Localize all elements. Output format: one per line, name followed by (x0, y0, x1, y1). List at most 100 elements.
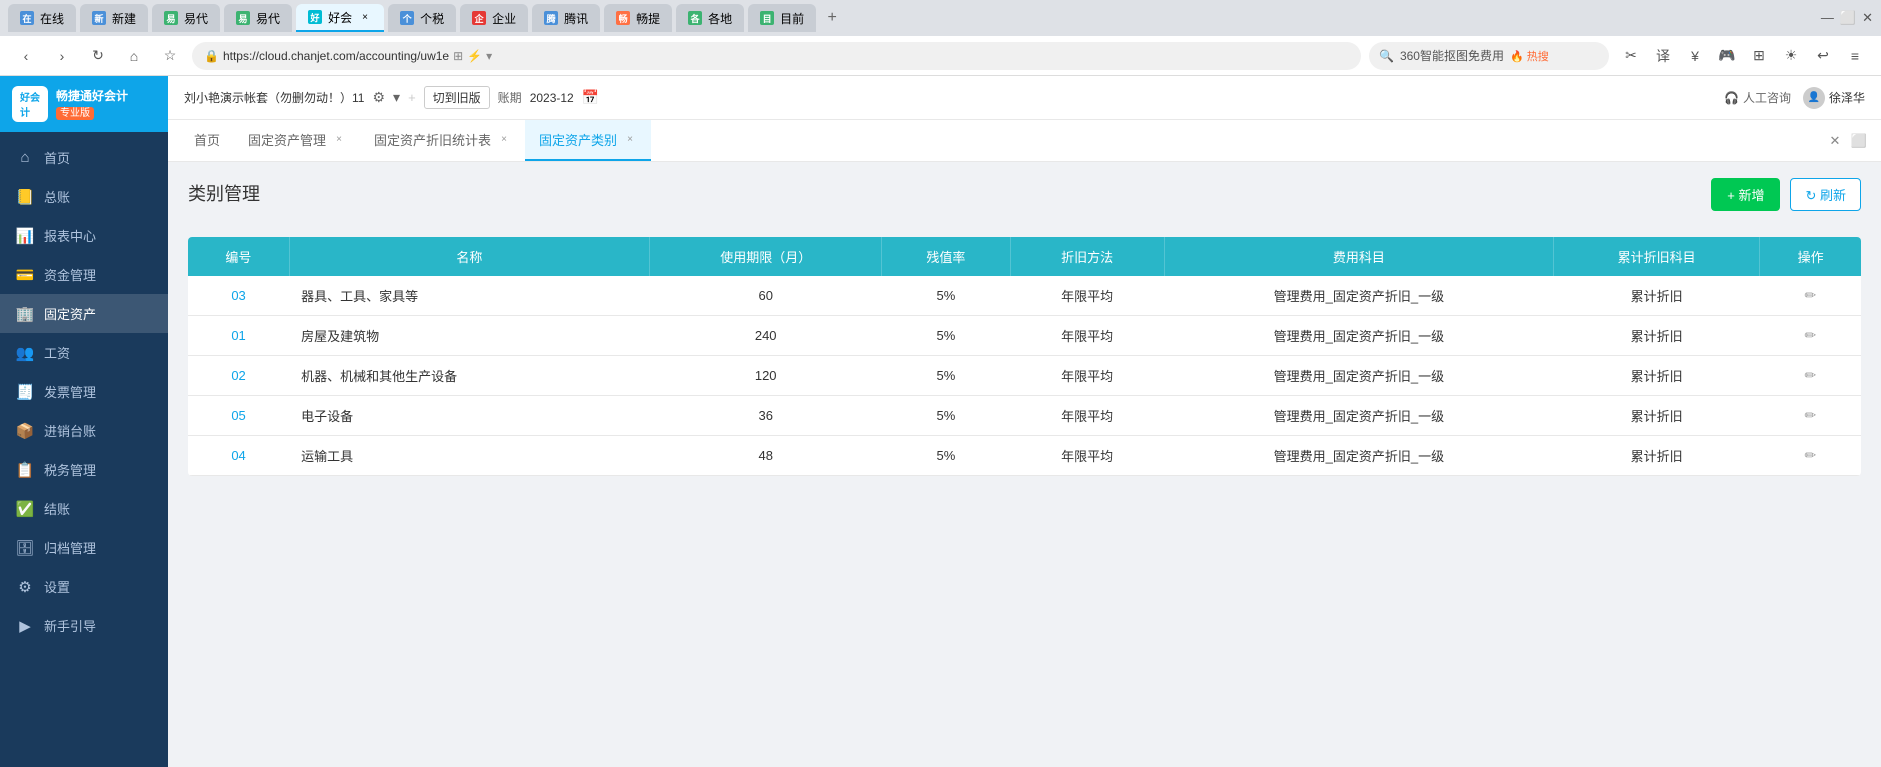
edit-icon-1[interactable]: ✏ (1805, 327, 1817, 343)
forward-button[interactable]: › (48, 42, 76, 70)
account-settings-icon[interactable]: ⚙ (372, 89, 385, 106)
sidebar-item-guide[interactable]: ▶ 新手引导 (0, 606, 168, 645)
dropdown-url-icon[interactable]: ▾ (486, 49, 492, 63)
col-header-expense: 费用科目 (1164, 237, 1553, 276)
tab-fixed-asset-depreciation-close[interactable]: × (497, 133, 511, 147)
tab-fixed-asset-category-close[interactable]: × (623, 133, 637, 147)
url-bar[interactable]: 🔒 https://cloud.chanjet.com/accounting/u… (192, 42, 1361, 70)
sidebar-item-fixed-assets[interactable]: 🏢 固定资产 (0, 294, 168, 333)
cell-expense-2: 管理费用_固定资产折旧_一级 (1164, 356, 1553, 396)
sun-icon[interactable]: ☀ (1777, 42, 1805, 70)
sidebar-item-reports[interactable]: 📊 报表中心 (0, 216, 168, 255)
browser-tab-11[interactable]: 目 目前 (748, 4, 816, 32)
cell-action-1[interactable]: ✏ (1760, 316, 1861, 356)
home-button[interactable]: ⌂ (120, 42, 148, 70)
browser-control-minimize[interactable]: — (1821, 10, 1834, 26)
browser-tab-9[interactable]: 畅 畅提 (604, 4, 672, 32)
cell-period-2: 120 (650, 356, 882, 396)
calendar-icon[interactable]: 📅 (582, 89, 599, 106)
menu-icon[interactable]: ≡ (1841, 42, 1869, 70)
cell-method-4: 年限平均 (1010, 436, 1164, 476)
undo-icon[interactable]: ↩ (1809, 42, 1837, 70)
customer-service-button[interactable]: 🎧 人工咨询 (1724, 89, 1791, 106)
new-browser-tab-button[interactable]: + (820, 6, 844, 30)
browser-tab-1[interactable]: 在 在线 (8, 4, 76, 32)
tab-fixed-asset-depreciation[interactable]: 固定资产折旧统计表 × (360, 120, 525, 161)
tab-fixed-asset-category[interactable]: 固定资产类别 × (525, 120, 651, 161)
cell-action-4[interactable]: ✏ (1760, 436, 1861, 476)
sidebar-item-archive[interactable]: 🗄 归档管理 (0, 528, 168, 567)
switch-version-button[interactable]: 切到旧版 (424, 86, 490, 109)
cell-expense-1: 管理费用_固定资产折旧_一级 (1164, 316, 1553, 356)
translate-icon[interactable]: 译 (1649, 42, 1677, 70)
sidebar-item-inventory[interactable]: 📦 进销台账 (0, 411, 168, 450)
tab-window-close[interactable]: ✕ (1825, 131, 1845, 151)
cell-expense-3: 管理费用_固定资产折旧_一级 (1164, 396, 1553, 436)
user-avatar: 👤 (1803, 87, 1825, 109)
cell-accumulated-1: 累计折旧 (1554, 316, 1760, 356)
sidebar-item-ledger[interactable]: 📒 总账 (0, 177, 168, 216)
cell-residual-1: 5% (882, 316, 1010, 356)
edit-icon-4[interactable]: ✏ (1805, 447, 1817, 463)
add-category-button[interactable]: + 新增 (1711, 178, 1780, 211)
tab-label-4: 易代 (256, 10, 280, 27)
tab-icon-4: 易 (236, 11, 250, 25)
cell-action-3[interactable]: ✏ (1760, 396, 1861, 436)
user-account-info: 刘小艳演示帐套（勿删勿动！）11 (184, 89, 364, 106)
sidebar-item-home[interactable]: ⌂ 首页 (0, 138, 168, 177)
refresh-button[interactable]: ↻ 刷新 (1790, 178, 1861, 211)
game-icon[interactable]: 🎮 (1713, 42, 1741, 70)
edit-icon-3[interactable]: ✏ (1805, 407, 1817, 423)
account-dropdown-icon[interactable]: ▾ (393, 89, 400, 106)
tab-label-1: 在线 (40, 10, 64, 27)
sidebar-item-settings[interactable]: ⚙ 设置 (0, 567, 168, 606)
wallet-icon[interactable]: ¥ (1681, 42, 1709, 70)
browser-tab-6[interactable]: 个 个税 (388, 4, 456, 32)
browser-tab-10[interactable]: 各 各地 (676, 4, 744, 32)
home-icon: ⌂ (16, 149, 34, 167)
ssl-lock-icon: 🔒 (204, 49, 219, 63)
table-row: 04 运输工具 48 5% 年限平均 管理费用_固定资产折旧_一级 累计折旧 ✏ (188, 436, 1861, 476)
browser-chrome: 在 在线 新 新建 易 易代 易 易代 好 好会 × 个 个税 企 企业 腾 腾… (0, 0, 1881, 36)
browser-toolbar-icons: ✂ 译 ¥ 🎮 ⊞ ☀ ↩ ≡ (1617, 42, 1869, 70)
edit-icon-2[interactable]: ✏ (1805, 367, 1817, 383)
reports-icon: 📊 (16, 227, 34, 245)
tab-home-label: 首页 (194, 130, 220, 149)
bookmark-button[interactable]: ☆ (156, 42, 184, 70)
table-row: 01 房屋及建筑物 240 5% 年限平均 管理费用_固定资产折旧_一级 累计折… (188, 316, 1861, 356)
back-button[interactable]: ‹ (12, 42, 40, 70)
sidebar-item-settle[interactable]: ✅ 结账 (0, 489, 168, 528)
user-menu-button[interactable]: 👤 徐泽华 (1803, 87, 1865, 109)
url-text: https://cloud.chanjet.com/accounting/uw1… (223, 49, 449, 63)
browser-tab-close-5[interactable]: × (358, 10, 372, 24)
reload-button[interactable]: ↻ (84, 42, 112, 70)
sidebar-item-invoice[interactable]: 🧾 发票管理 (0, 372, 168, 411)
sidebar-item-payroll[interactable]: 👥 工资 (0, 333, 168, 372)
browser-tab-5[interactable]: 好 好会 × (296, 4, 384, 32)
grid-icon[interactable]: ⊞ (1745, 42, 1773, 70)
sidebar-item-tax[interactable]: 📋 税务管理 (0, 450, 168, 489)
tab-window-maximize[interactable]: ⬜ (1849, 131, 1869, 151)
browser-control-restore[interactable]: ⬜ (1840, 10, 1856, 26)
browser-tab-3[interactable]: 易 易代 (152, 4, 220, 32)
sidebar-label-funds: 资金管理 (44, 265, 96, 284)
tab-fixed-asset-manage-close[interactable]: × (332, 133, 346, 147)
settle-icon: ✅ (16, 500, 34, 518)
cell-action-2[interactable]: ✏ (1760, 356, 1861, 396)
tab-home[interactable]: 首页 (180, 120, 234, 161)
search-bar[interactable]: 🔍 360智能抠图免费用 🔥 热搜 (1369, 42, 1609, 70)
topbar-right: 🎧 人工咨询 👤 徐泽华 (1724, 87, 1865, 109)
tab-fixed-asset-manage[interactable]: 固定资产管理 × (234, 120, 360, 161)
edit-icon-0[interactable]: ✏ (1805, 287, 1817, 303)
browser-tab-7[interactable]: 企 企业 (460, 4, 528, 32)
sidebar-item-funds[interactable]: 💳 资金管理 (0, 255, 168, 294)
browser-tab-2[interactable]: 新 新建 (80, 4, 148, 32)
cell-code-2: 02 (188, 356, 289, 396)
cell-action-0[interactable]: ✏ (1760, 276, 1861, 316)
browser-tab-4[interactable]: 易 易代 (224, 4, 292, 32)
inventory-icon: 📦 (16, 422, 34, 440)
browser-control-close[interactable]: ✕ (1862, 10, 1873, 26)
col-header-residual: 残值率 (882, 237, 1010, 276)
browser-tab-8[interactable]: 腾 腾讯 (532, 4, 600, 32)
scissors-icon[interactable]: ✂ (1617, 42, 1645, 70)
